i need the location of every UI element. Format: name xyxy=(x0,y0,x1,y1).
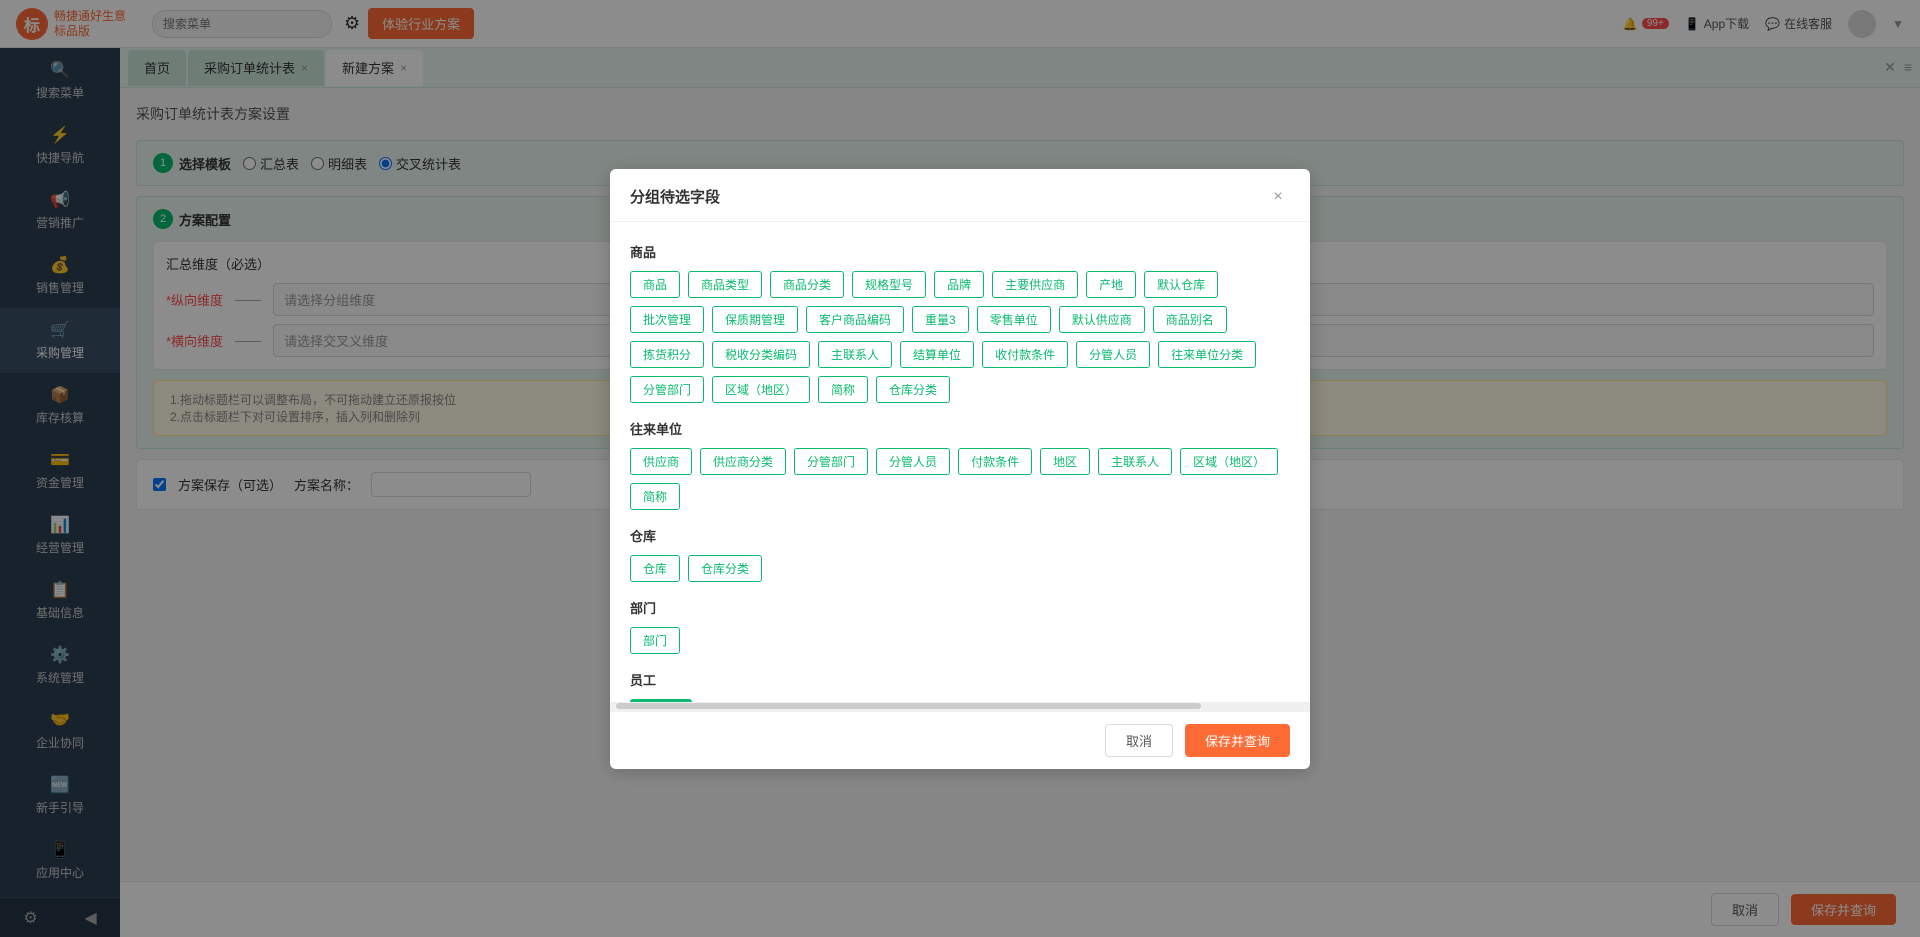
field-tag-payment-terms[interactable]: 收付款条件 xyxy=(982,341,1068,368)
modal-overlay: 分组待选字段 × 商品 商品 商品类型 商品分类 规格型号 品牌 主要供应商 产… xyxy=(0,0,1920,937)
field-tag-abbr-product[interactable]: 简称 xyxy=(818,376,868,403)
field-tag-tax-code[interactable]: 税收分类编码 xyxy=(712,341,810,368)
counterpart-fields: 供应商 供应商分类 分管部门 分管人员 付款条件 地区 主联系人 区域（地区） … xyxy=(630,448,1290,510)
field-tag-batch-mgmt[interactable]: 批次管理 xyxy=(630,306,704,333)
section-title-counterpart: 往来单位 xyxy=(630,419,1290,438)
field-tag-spec-model[interactable]: 规格型号 xyxy=(852,271,926,298)
field-tag-supplier[interactable]: 供应商 xyxy=(630,448,692,475)
modal-footer: 取消 保存并查询 xyxy=(610,711,1310,769)
modal-cancel-button[interactable]: 取消 xyxy=(1105,724,1173,757)
field-tag-warehouse[interactable]: 仓库 xyxy=(630,555,680,582)
field-tag-department[interactable]: 部门 xyxy=(630,627,680,654)
field-tag-product[interactable]: 商品 xyxy=(630,271,680,298)
field-tag-product-type[interactable]: 商品类型 xyxy=(688,271,762,298)
modal-hscrollbar[interactable] xyxy=(610,702,1310,711)
section-title-employee: 员工 xyxy=(630,670,1290,689)
warehouse-fields: 仓库 仓库分类 xyxy=(630,555,1290,582)
modal-save-button[interactable]: 保存并查询 xyxy=(1185,724,1290,757)
field-tag-counterpart-category[interactable]: 往来单位分类 xyxy=(1158,341,1256,368)
field-tag-main-contact[interactable]: 主联系人 xyxy=(818,341,892,368)
field-tag-dept[interactable]: 分管部门 xyxy=(630,376,704,403)
field-tag-origin[interactable]: 产地 xyxy=(1086,271,1136,298)
field-tag-retail-unit[interactable]: 零售单位 xyxy=(977,306,1051,333)
field-tag-manager[interactable]: 分管人员 xyxy=(1076,341,1150,368)
section-title-warehouse: 仓库 xyxy=(630,526,1290,545)
field-tag-supplier-category[interactable]: 供应商分类 xyxy=(700,448,786,475)
field-tag-mgmt-dept[interactable]: 分管部门 xyxy=(794,448,868,475)
modal-dialog: 分组待选字段 × 商品 商品 商品类型 商品分类 规格型号 品牌 主要供应商 产… xyxy=(610,169,1310,769)
field-tag-main-supplier[interactable]: 主要供应商 xyxy=(992,271,1078,298)
field-tag-warehouse-category[interactable]: 仓库分类 xyxy=(876,376,950,403)
modal-close-button[interactable]: × xyxy=(1266,185,1290,209)
field-tag-main-contact2[interactable]: 主联系人 xyxy=(1098,448,1172,475)
field-tag-payment-cond[interactable]: 付款条件 xyxy=(958,448,1032,475)
field-tag-default-supplier[interactable]: 默认供应商 xyxy=(1059,306,1145,333)
field-tag-pick-score[interactable]: 拣货积分 xyxy=(630,341,704,368)
department-fields: 部门 xyxy=(630,627,1290,654)
modal-title: 分组待选字段 xyxy=(630,186,720,207)
field-tag-product-category[interactable]: 商品分类 xyxy=(770,271,844,298)
field-tag-settlement-unit[interactable]: 结算单位 xyxy=(900,341,974,368)
product-fields: 商品 商品类型 商品分类 规格型号 品牌 主要供应商 产地 默认仓库 批次管理 … xyxy=(630,271,1290,403)
section-title-department: 部门 xyxy=(630,598,1290,617)
field-tag-warehouse-cat[interactable]: 仓库分类 xyxy=(688,555,762,582)
modal-header: 分组待选字段 × xyxy=(610,169,1310,222)
field-tag-area[interactable]: 地区 xyxy=(1040,448,1090,475)
field-tag-default-warehouse[interactable]: 默认仓库 xyxy=(1144,271,1218,298)
field-tag-product-alias[interactable]: 商品别名 xyxy=(1153,306,1227,333)
section-title-product: 商品 xyxy=(630,242,1290,261)
field-tag-abbr-counterpart[interactable]: 简称 xyxy=(630,483,680,510)
field-tag-region-counterpart[interactable]: 区域（地区） xyxy=(1180,448,1278,475)
modal-body: 商品 商品 商品类型 商品分类 规格型号 品牌 主要供应商 产地 默认仓库 批次… xyxy=(610,222,1310,702)
field-tag-weight[interactable]: 重量3 xyxy=(912,306,969,333)
field-tag-brand[interactable]: 品牌 xyxy=(934,271,984,298)
hscrollbar-thumb xyxy=(616,703,1201,709)
field-tag-mgmt-person[interactable]: 分管人员 xyxy=(876,448,950,475)
field-tag-region-product[interactable]: 区域（地区） xyxy=(712,376,810,403)
field-tag-customer-code[interactable]: 客户商品编码 xyxy=(806,306,904,333)
field-tag-expiry-mgmt[interactable]: 保质期管理 xyxy=(712,306,798,333)
